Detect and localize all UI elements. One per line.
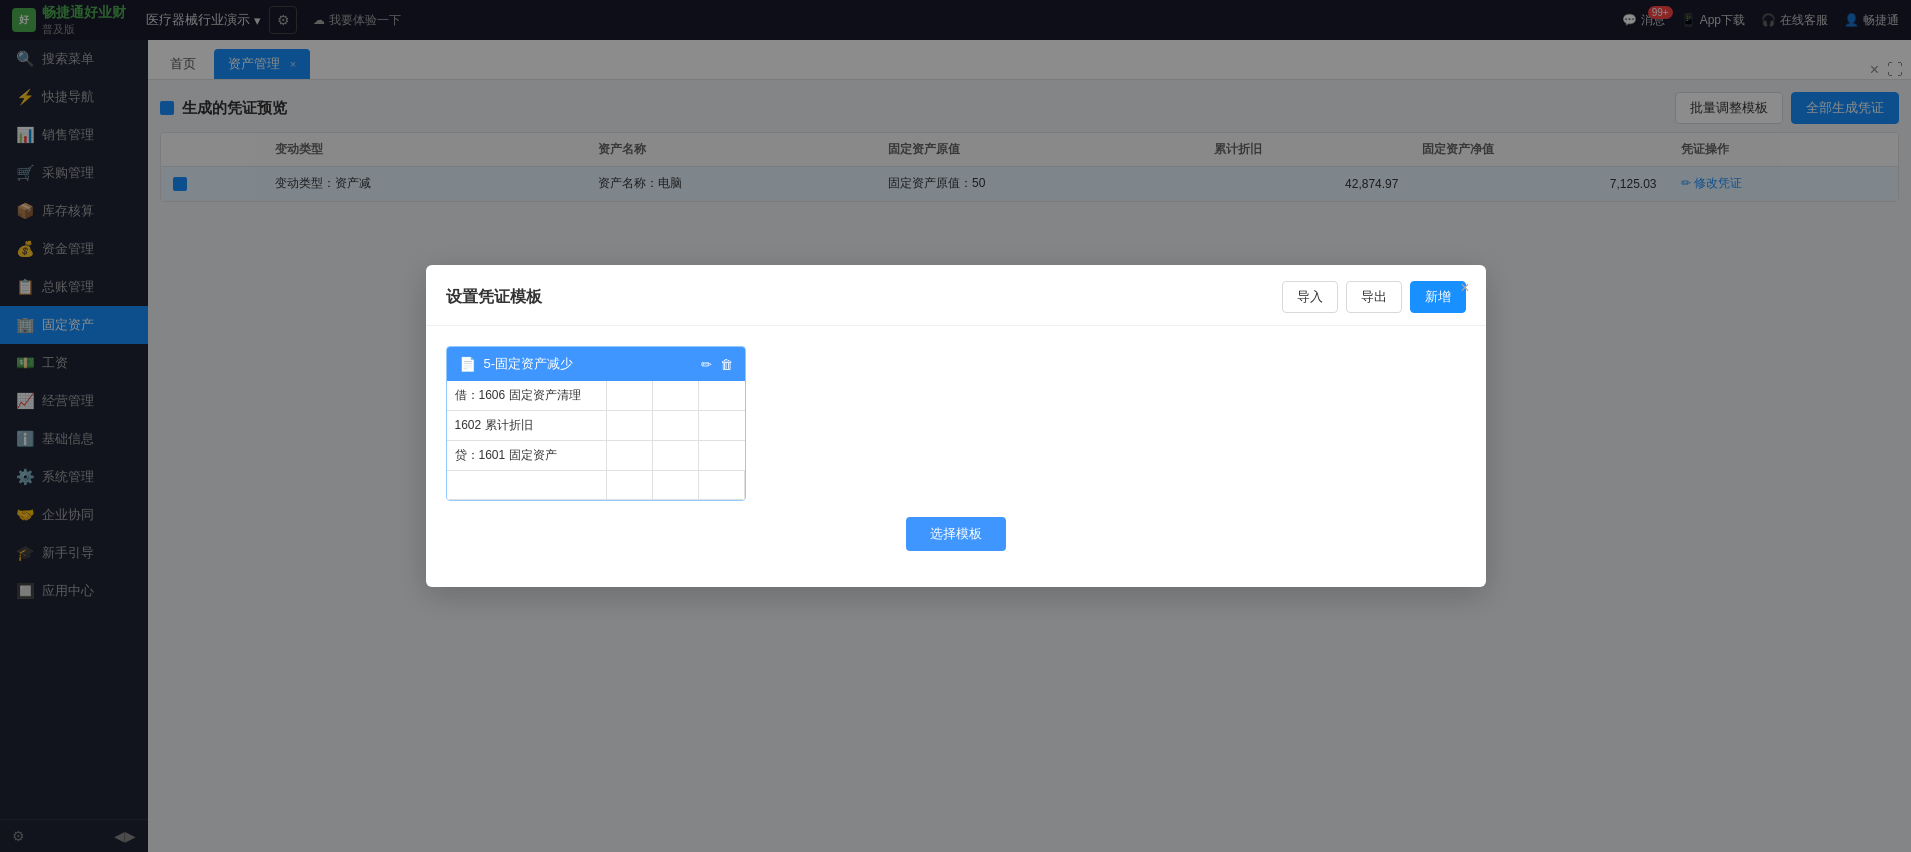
modal-header: 设置凭证模板 导入 导出 新增 × (426, 265, 1486, 326)
template-cell-col4-1 (699, 381, 745, 410)
template-cell-label-2: 1602 累计折旧 (447, 411, 607, 440)
template-cell-col2-3 (607, 441, 653, 470)
modal-header-actions: 导入 导出 新增 (1282, 281, 1466, 313)
template-cell-col2-1 (607, 381, 653, 410)
import-button[interactable]: 导入 (1282, 281, 1338, 313)
empty-cell-2 (607, 471, 653, 499)
select-template-button[interactable]: 选择模板 (906, 517, 1006, 551)
template-name: 5-固定资产减少 (484, 355, 574, 373)
template-card: 📄 5-固定资产减少 ✏ 🗑 借：1606 固定资产清理 (446, 346, 746, 501)
template-row-3: 贷：1601 固定资产 (447, 441, 745, 471)
template-cell-col3-2 (653, 411, 699, 440)
template-cell-col3-3 (653, 441, 699, 470)
empty-cell-4 (699, 471, 745, 499)
template-empty-row (447, 471, 745, 500)
template-row-1: 借：1606 固定资产清理 (447, 381, 745, 411)
template-cell-label-3: 贷：1601 固定资产 (447, 441, 607, 470)
template-card-header: 📄 5-固定资产减少 ✏ 🗑 (447, 347, 745, 381)
template-doc-icon: 📄 (459, 356, 476, 372)
template-cell-col4-3 (699, 441, 745, 470)
modal-overlay: 设置凭证模板 导入 导出 新增 × 📄 5-固定资产减少 ✏ 🗑 (0, 0, 1911, 852)
template-edit-icon[interactable]: ✏ (701, 357, 712, 372)
template-rows: 借：1606 固定资产清理 1602 累计折旧 贷：1601 固定资产 (447, 381, 745, 500)
template-cell-label-1: 借：1606 固定资产清理 (447, 381, 607, 410)
modal-body: 📄 5-固定资产减少 ✏ 🗑 借：1606 固定资产清理 (426, 326, 1486, 587)
empty-cell-3 (653, 471, 699, 499)
template-header-actions: ✏ 🗑 (701, 357, 733, 372)
template-cell-col2-2 (607, 411, 653, 440)
modal-title: 设置凭证模板 (446, 287, 542, 308)
export-button[interactable]: 导出 (1346, 281, 1402, 313)
template-cell-col3-1 (653, 381, 699, 410)
new-template-button[interactable]: 新增 (1410, 281, 1466, 313)
template-cell-col4-2 (699, 411, 745, 440)
modal-close-button[interactable]: × (1460, 279, 1469, 297)
settings-modal: 设置凭证模板 导入 导出 新增 × 📄 5-固定资产减少 ✏ 🗑 (426, 265, 1486, 587)
empty-cell-1 (447, 471, 607, 499)
template-delete-icon[interactable]: 🗑 (720, 357, 733, 372)
template-row-2: 1602 累计折旧 (447, 411, 745, 441)
